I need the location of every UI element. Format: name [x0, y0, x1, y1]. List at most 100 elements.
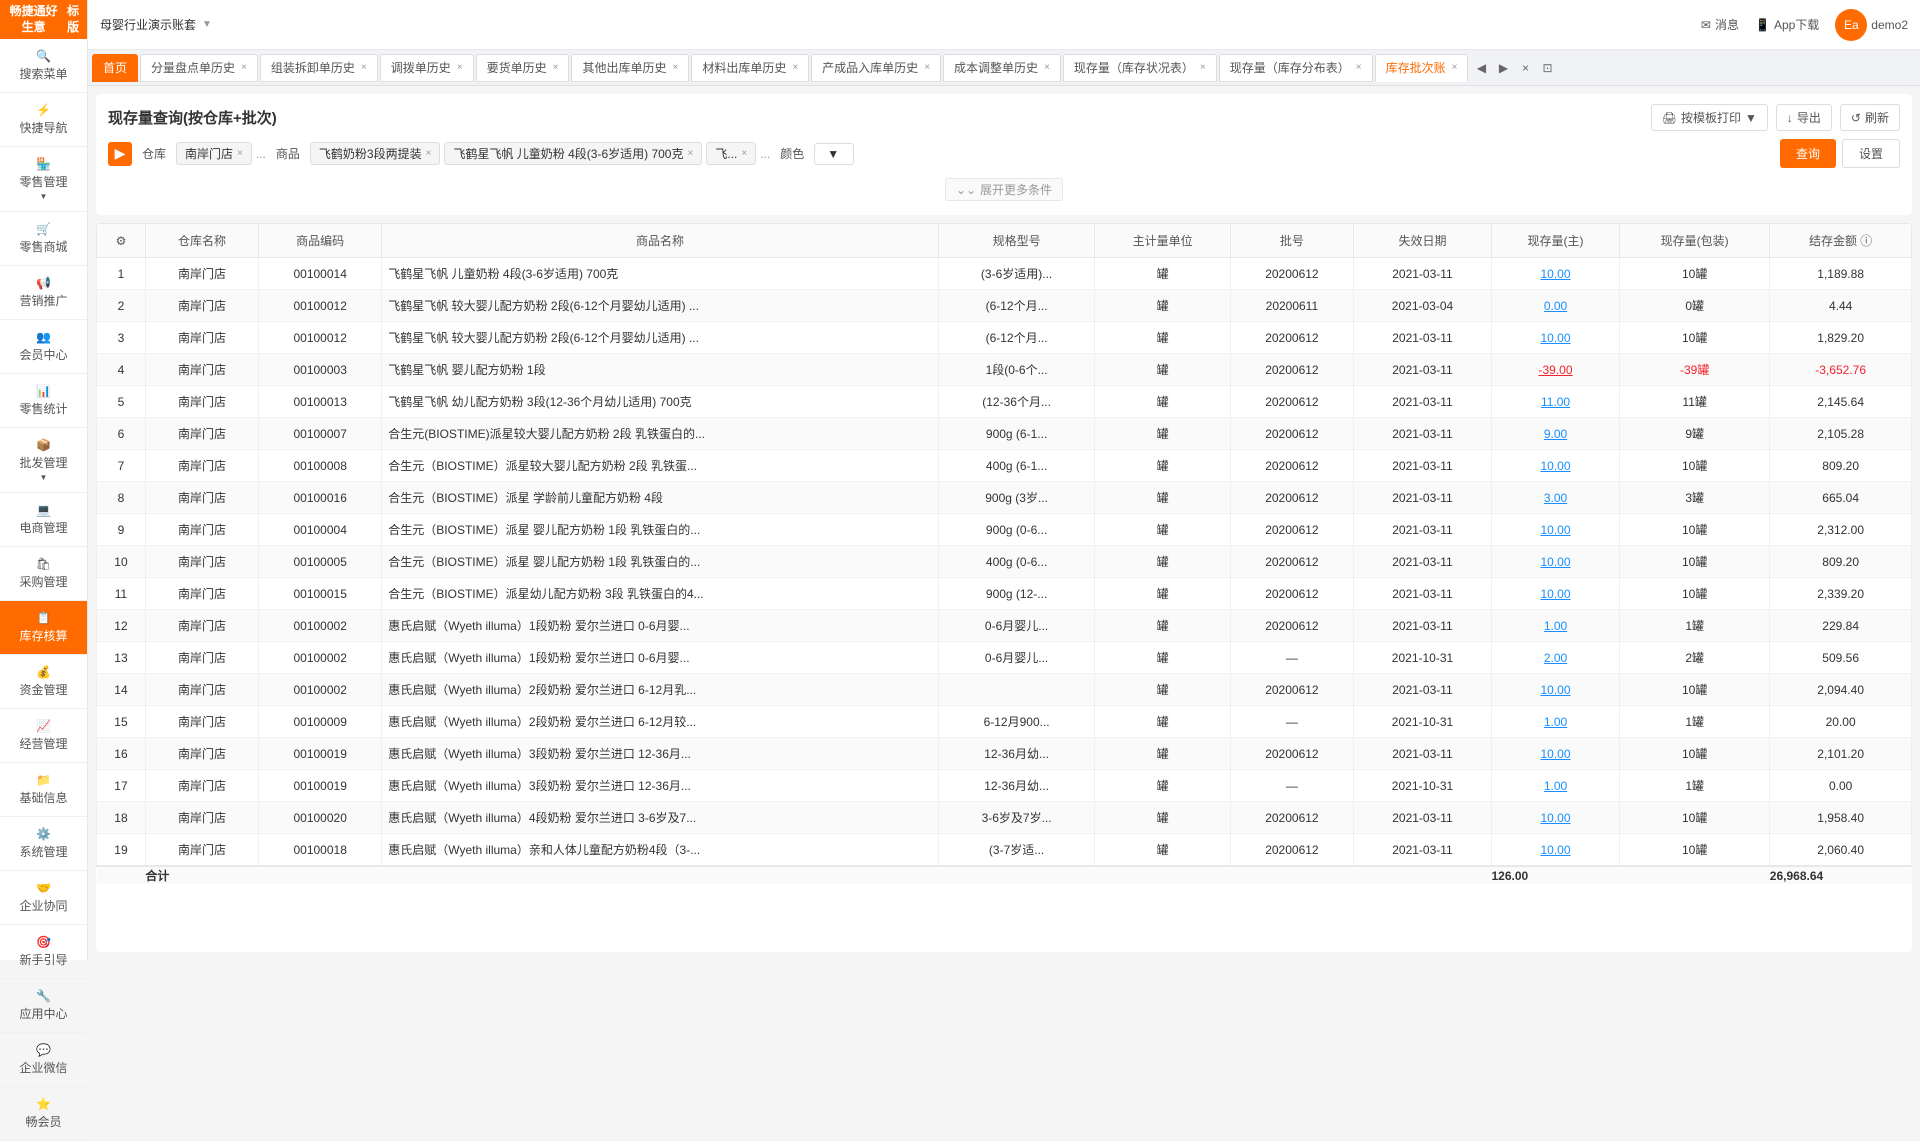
warehouse-tag[interactable]: 南岸门店 × [176, 142, 252, 165]
refresh-button[interactable]: ↺ 刷新 [1840, 104, 1900, 131]
remove-tag-icon[interactable]: × [237, 148, 243, 159]
row-qty-main[interactable]: 10.00 [1492, 546, 1620, 578]
account-selector[interactable]: 母婴行业演示账套 ▼ [100, 16, 212, 33]
sidebar-item-营销推广[interactable]: 📢营销推广 [0, 266, 87, 320]
sidebar-item-采购管理[interactable]: 🛍采购管理 [0, 547, 87, 601]
sidebar-item-会员中心[interactable]: 👥会员中心 [0, 320, 87, 374]
tab-next-btn[interactable]: ▶ [1493, 54, 1513, 82]
sidebar-item-零售统计[interactable]: 📊零售统计 [0, 374, 87, 428]
warehouse-more[interactable]: ... [256, 147, 266, 161]
table-wrapper[interactable]: ⚙ 仓库名称 商品编码 商品名称 规格型号 主计量单位 批号 失效日期 现存量(… [96, 223, 1912, 952]
tab-close-all-btn[interactable]: × [1515, 54, 1535, 82]
product-tag-2[interactable]: 飞鹤星飞帆 儿童奶粉 4段(3-6岁适用) 700克 × [444, 142, 702, 165]
sidebar-item-畅会员[interactable]: ⭐畅会员 [0, 1087, 87, 1141]
tab-stock-status[interactable]: 现存量（库存状况表） × [1063, 54, 1217, 82]
col-settings[interactable]: ⚙ [97, 224, 146, 258]
tab-other-out[interactable]: 其他出库单历史 × [571, 54, 689, 82]
tab-inventory-split[interactable]: 分量盘点单历史 × [140, 54, 258, 82]
query-title-row: 现存量查询(按仓库+批次) 🖨 按模板打印 ▼ ↓ 导出 ↺ 刷新 [108, 104, 1900, 131]
tab-requisition[interactable]: 要货单历史 × [476, 54, 570, 82]
row-qty-main[interactable]: 10.00 [1492, 834, 1620, 867]
app-download-btn[interactable]: 📱 App下载 [1755, 16, 1819, 33]
sidebar-item-企业协同[interactable]: 🤝企业协同 [0, 871, 87, 925]
user-menu[interactable]: Ea demo2 [1835, 9, 1908, 41]
row-batch: 20200612 [1230, 578, 1353, 610]
tab-close-icon[interactable]: × [457, 62, 463, 73]
row-qty-main[interactable]: 0.00 [1492, 290, 1620, 322]
tab-product-in[interactable]: 产成品入库单历史 × [811, 54, 941, 82]
tab-close-icon[interactable]: × [553, 62, 559, 73]
sidebar-item-搜索菜单[interactable]: 🔍搜索菜单 [0, 39, 87, 93]
sidebar-item-企业微信[interactable]: 💬企业微信 [0, 1033, 87, 1087]
message-btn[interactable]: ✉ 消息 [1701, 16, 1739, 33]
row-amount: 0.00 [1770, 770, 1912, 802]
sidebar-item-经营管理[interactable]: 📈经营管理 [0, 709, 87, 763]
row-name: 飞鹤星飞帆 幼儿配方奶粉 3段(12-36个月幼儿适用) 700克 [382, 386, 939, 418]
row-qty-main[interactable]: 10.00 [1492, 258, 1620, 290]
tab-close-icon[interactable]: × [1044, 62, 1050, 73]
product-tag-3[interactable]: 飞... × [706, 142, 756, 165]
sidebar-item-零售商城[interactable]: 🛒零售商城 [0, 212, 87, 266]
row-spec: 6-12月900... [938, 706, 1094, 738]
row-qty-main[interactable]: 10.00 [1492, 674, 1620, 706]
filter-expand-button[interactable]: ▶ [108, 142, 132, 166]
row-qty-main[interactable]: 3.00 [1492, 482, 1620, 514]
tab-transfer[interactable]: 调拨单历史 × [380, 54, 474, 82]
row-qty-main[interactable]: 9.00 [1492, 418, 1620, 450]
sidebar-item-应用中心[interactable]: 🔧应用中心 [0, 979, 87, 1033]
search-button[interactable]: 查询 [1780, 139, 1836, 168]
row-qty-main[interactable]: 10.00 [1492, 450, 1620, 482]
sidebar-item-系统管理[interactable]: ⚙️系统管理 [0, 817, 87, 871]
sidebar-item-快捷导航[interactable]: ⚡快捷导航 [0, 93, 87, 147]
row-qty-main[interactable]: 1.00 [1492, 770, 1620, 802]
expand-more-button[interactable]: ⌄⌄ 展开更多条件 [945, 178, 1063, 201]
tab-prev-btn[interactable]: ◀ [1471, 54, 1491, 82]
tab-close-icon[interactable]: × [672, 62, 678, 73]
row-code: 00100015 [259, 578, 382, 610]
row-qty-main[interactable]: 2.00 [1492, 642, 1620, 674]
settings-button[interactable]: 设置 [1842, 139, 1900, 168]
row-qty-main[interactable]: 1.00 [1492, 706, 1620, 738]
row-qty-main[interactable]: 10.00 [1492, 514, 1620, 546]
tab-close-icon[interactable]: × [1200, 62, 1206, 73]
tab-stock-batch[interactable]: 库存批次账 × [1375, 54, 1469, 82]
product-more[interactable]: ... [760, 147, 770, 161]
sidebar-item-电商管理[interactable]: 💻电商管理 [0, 493, 87, 547]
tab-assembly[interactable]: 组装拆卸单历史 × [260, 54, 378, 82]
sidebar-item-新手引导[interactable]: 🎯新手引导 [0, 925, 87, 979]
sidebar-item-资金管理[interactable]: 💰资金管理 [0, 655, 87, 709]
row-qty-main[interactable]: 10.00 [1492, 802, 1620, 834]
tab-maximize-btn[interactable]: ⊡ [1537, 54, 1557, 82]
tab-close-icon[interactable]: × [1356, 62, 1362, 73]
remove-tag-icon[interactable]: × [741, 148, 747, 159]
tab-close-icon[interactable]: × [361, 62, 367, 73]
tab-close-icon[interactable]: × [241, 62, 247, 73]
sidebar-item-批发管理[interactable]: 📦批发管理▼ [0, 428, 87, 493]
tab-home[interactable]: 首页 [92, 54, 138, 82]
tab-cost-adjust[interactable]: 成本调整单历史 × [943, 54, 1061, 82]
row-qty-main[interactable]: 11.00 [1492, 386, 1620, 418]
row-spec: 12-36月幼... [938, 738, 1094, 770]
row-qty-main[interactable]: -39.00 [1492, 354, 1620, 386]
tab-close-icon[interactable]: × [924, 62, 930, 73]
tab-material-out[interactable]: 材料出库单历史 × [691, 54, 809, 82]
tab-close-icon[interactable]: × [792, 62, 798, 73]
row-qty-main[interactable]: 1.00 [1492, 610, 1620, 642]
tab-stock-dist[interactable]: 现存量（库存分布表） × [1219, 54, 1373, 82]
row-unit: 罐 [1095, 418, 1230, 450]
tab-close-icon[interactable]: × [1452, 62, 1458, 73]
remove-tag-icon[interactable]: × [426, 148, 432, 159]
color-dropdown[interactable]: ▼ [814, 143, 854, 165]
sidebar-item-基础信息[interactable]: 📁基础信息 [0, 763, 87, 817]
row-qty-main[interactable]: 10.00 [1492, 322, 1620, 354]
sidebar-item-零售管理[interactable]: 🏪零售管理▼ [0, 147, 87, 212]
row-warehouse: 南岸门店 [145, 706, 258, 738]
table-row: 15 南岸门店 00100009 惠氏启赋（Wyeth illuma）2段奶粉 … [97, 706, 1912, 738]
sidebar-item-库存核算[interactable]: 📋库存核算 [0, 601, 87, 655]
export-button[interactable]: ↓ 导出 [1776, 104, 1832, 131]
row-qty-main[interactable]: 10.00 [1492, 578, 1620, 610]
row-qty-main[interactable]: 10.00 [1492, 738, 1620, 770]
template-print-button[interactable]: 🖨 按模板打印 ▼ [1651, 104, 1768, 131]
product-tag-1[interactable]: 飞鹤奶粉3段两提装 × [310, 142, 441, 165]
remove-tag-icon[interactable]: × [687, 148, 693, 159]
